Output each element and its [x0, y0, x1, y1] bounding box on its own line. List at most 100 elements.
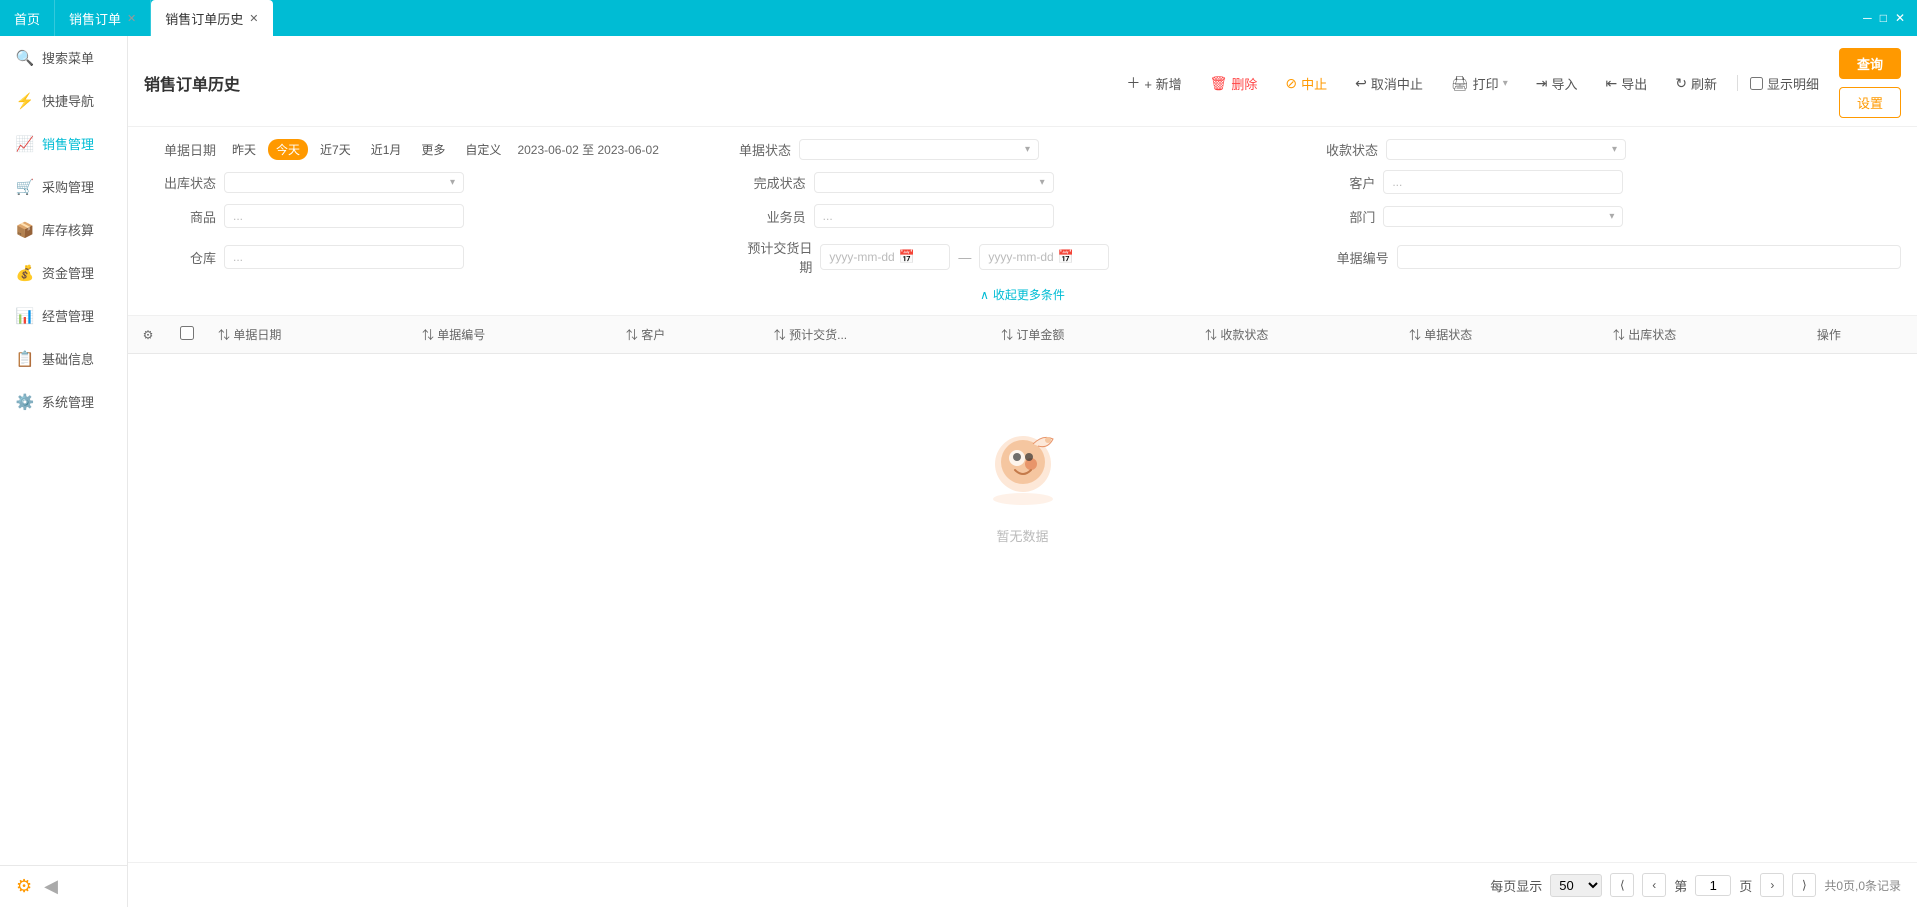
tab-home-label: 首页	[14, 9, 40, 28]
date-pill-today[interactable]: 今天	[268, 139, 308, 160]
delivery-date-to-input[interactable]: yyyy-mm-dd 📅	[979, 244, 1109, 270]
sidebar-item-search-menu[interactable]: 🔍 搜索菜单	[0, 36, 127, 79]
date-pills: 昨天 今天 近7天 近1月 更多 自定义 2023-06-02 至 2023-0…	[224, 139, 659, 160]
sidebar-item-purchase-mgmt[interactable]: 🛒 采购管理	[0, 165, 127, 208]
table-settings-icon[interactable]: ⚙	[143, 328, 154, 342]
tab-sales-order-close[interactable]: ✕	[127, 12, 136, 25]
sidebar-bottom: ⚙ ◀	[0, 865, 127, 907]
col-delivery-date: ⇅ 预计交货...	[762, 316, 989, 354]
print-arrow[interactable]: ▾	[1503, 78, 1508, 89]
order-number-input[interactable]	[1397, 245, 1901, 269]
filter-area: 单据日期 昨天 今天 近7天 近1月 更多 自定义 2023-06-02 至 2…	[128, 127, 1917, 316]
col-payment-status: ⇅ 收款状态	[1193, 316, 1397, 354]
new-label: + 新增	[1144, 74, 1181, 93]
delivery-status-arrow: ▾	[450, 177, 455, 188]
sidebar-item-system-mgmt[interactable]: ⚙️ 系统管理	[0, 380, 127, 423]
next-page-button[interactable]: ›	[1760, 873, 1784, 897]
window-minimize[interactable]: ─	[1863, 11, 1872, 25]
sidebar-item-system-mgmt-label: 系统管理	[42, 392, 94, 411]
customer-select[interactable]: ...	[1383, 170, 1623, 194]
payment-status-label: 收款状态	[1326, 140, 1386, 159]
sidebar-item-capital-mgmt[interactable]: 💰 资金管理	[0, 251, 127, 294]
payment-status-select[interactable]: ▾	[1386, 139, 1626, 160]
new-button[interactable]: ＋ + 新增	[1118, 69, 1189, 97]
page-title: 销售订单历史	[144, 71, 240, 95]
delivery-date-to-placeholder: yyyy-mm-dd	[988, 250, 1053, 264]
complete-status-label: 完成状态	[754, 173, 814, 192]
col-number: ⇅ 单据编号	[410, 316, 614, 354]
delivery-date-from-input[interactable]: yyyy-mm-dd 📅	[820, 244, 950, 270]
col-settings: ⚙	[128, 316, 168, 354]
date-range-display: 2023-06-02 至 2023-06-02	[517, 141, 658, 158]
cancel-stop-button[interactable]: ↩ 取消中止	[1347, 70, 1431, 97]
sidebar-item-ops-mgmt[interactable]: 📊 经营管理	[0, 294, 127, 337]
collapse-button[interactable]: ∧ 收起更多条件	[144, 286, 1901, 303]
export-label: 导出	[1621, 74, 1647, 93]
sidebar-item-inventory[interactable]: 📦 库存核算	[0, 208, 127, 251]
calendar-from-icon: 📅	[899, 249, 915, 265]
sidebar-item-ops-mgmt-label: 经营管理	[42, 306, 94, 325]
order-status-select[interactable]: ▾	[799, 139, 1039, 160]
print-icon: 🖨	[1451, 75, 1469, 92]
sidebar-item-basic-info[interactable]: 📋 基础信息	[0, 337, 127, 380]
stop-button[interactable]: ⊘ 中止	[1277, 70, 1335, 97]
delete-button[interactable]: 🗑 删除	[1202, 70, 1266, 97]
setting-button[interactable]: 设置	[1839, 87, 1901, 118]
data-table: ⚙ ⇅ 单据日期 ⇅ 单据编号 ⇅ 客户	[128, 316, 1917, 354]
filter-row-3: 商品 ... 业务员 ... 部门 ▾	[144, 204, 1901, 228]
sidebar-collapse-icon[interactable]: ◀	[44, 876, 58, 897]
table-header: ⚙ ⇅ 单据日期 ⇅ 单据编号 ⇅ 客户	[128, 316, 1917, 354]
warehouse-select[interactable]: ...	[224, 245, 464, 269]
refresh-button[interactable]: ↻ 刷新	[1667, 70, 1725, 97]
collapse-up-icon: ∧	[980, 288, 989, 302]
date-pill-7days[interactable]: 近7天	[312, 139, 359, 160]
inventory-icon: 📦	[16, 221, 34, 239]
empty-illustration	[973, 414, 1073, 514]
window-maximize[interactable]: □	[1880, 11, 1887, 25]
new-icon: ＋	[1126, 73, 1140, 93]
query-button[interactable]: 查询	[1839, 48, 1901, 79]
per-page-select[interactable]: 50 10 20 100	[1550, 874, 1602, 897]
date-pill-more[interactable]: 更多	[413, 139, 453, 160]
display-detail-input[interactable]	[1750, 77, 1763, 90]
tab-home[interactable]: 首页	[0, 0, 55, 36]
per-page-label: 每页显示	[1490, 876, 1542, 895]
tab-sales-order-history[interactable]: 销售订单历史 ✕	[151, 0, 273, 36]
calendar-to-icon: 📅	[1058, 249, 1074, 265]
goods-select[interactable]: ...	[224, 204, 464, 228]
first-page-button[interactable]: ⟨	[1610, 873, 1634, 897]
export-button[interactable]: ⇤ 导出	[1597, 70, 1655, 97]
tab-sales-order[interactable]: 销售订单 ✕	[55, 0, 151, 36]
last-page-button[interactable]: ⟩	[1792, 873, 1816, 897]
delivery-date-from-placeholder: yyyy-mm-dd	[829, 250, 894, 264]
col-amount: ⇅ 订单金额	[989, 316, 1193, 354]
sidebar-item-quick-nav[interactable]: ⚡ 快捷导航	[0, 79, 127, 122]
display-detail-checkbox[interactable]: 显示明细	[1750, 74, 1819, 93]
col-delivery-status: ⇅ 出库状态	[1601, 316, 1805, 354]
delivery-status-select[interactable]: ▾	[224, 172, 464, 193]
stop-label: 中止	[1301, 74, 1327, 93]
sidebar-settings-icon[interactable]: ⚙	[16, 876, 32, 897]
date-pill-1month[interactable]: 近1月	[363, 139, 410, 160]
tab-sales-order-history-close[interactable]: ✕	[249, 12, 258, 25]
sidebar-item-sales-mgmt[interactable]: 📈 销售管理	[0, 122, 127, 165]
salesman-select[interactable]: ...	[814, 204, 1054, 228]
print-button[interactable]: 🖨 打印 ▾	[1443, 70, 1516, 97]
complete-status-select[interactable]: ▾	[814, 172, 1054, 193]
col-delivery-status-label: ⇅ 出库状态	[1613, 328, 1676, 342]
dept-select[interactable]: ▾	[1383, 206, 1623, 227]
goods-placeholder: ...	[233, 209, 243, 223]
page-number-input[interactable]	[1695, 875, 1731, 896]
window-close[interactable]: ✕	[1895, 11, 1905, 25]
sidebar: 🔍 搜索菜单 ⚡ 快捷导航 📈 销售管理 🛒 采购管理 📦 库存核算 💰 资金管…	[0, 36, 128, 907]
prev-page-icon: ‹	[1652, 878, 1656, 892]
import-button[interactable]: ⇥ 导入	[1528, 70, 1586, 97]
date-pill-custom[interactable]: 自定义	[457, 139, 509, 160]
cancel-stop-icon: ↩	[1355, 75, 1367, 92]
prev-page-button[interactable]: ‹	[1642, 873, 1666, 897]
select-all-checkbox[interactable]	[180, 326, 194, 340]
date-pill-yesterday[interactable]: 昨天	[224, 139, 264, 160]
payment-status-arrow: ▾	[1612, 144, 1617, 155]
export-icon: ⇤	[1605, 75, 1617, 92]
import-label: 导入	[1551, 74, 1577, 93]
